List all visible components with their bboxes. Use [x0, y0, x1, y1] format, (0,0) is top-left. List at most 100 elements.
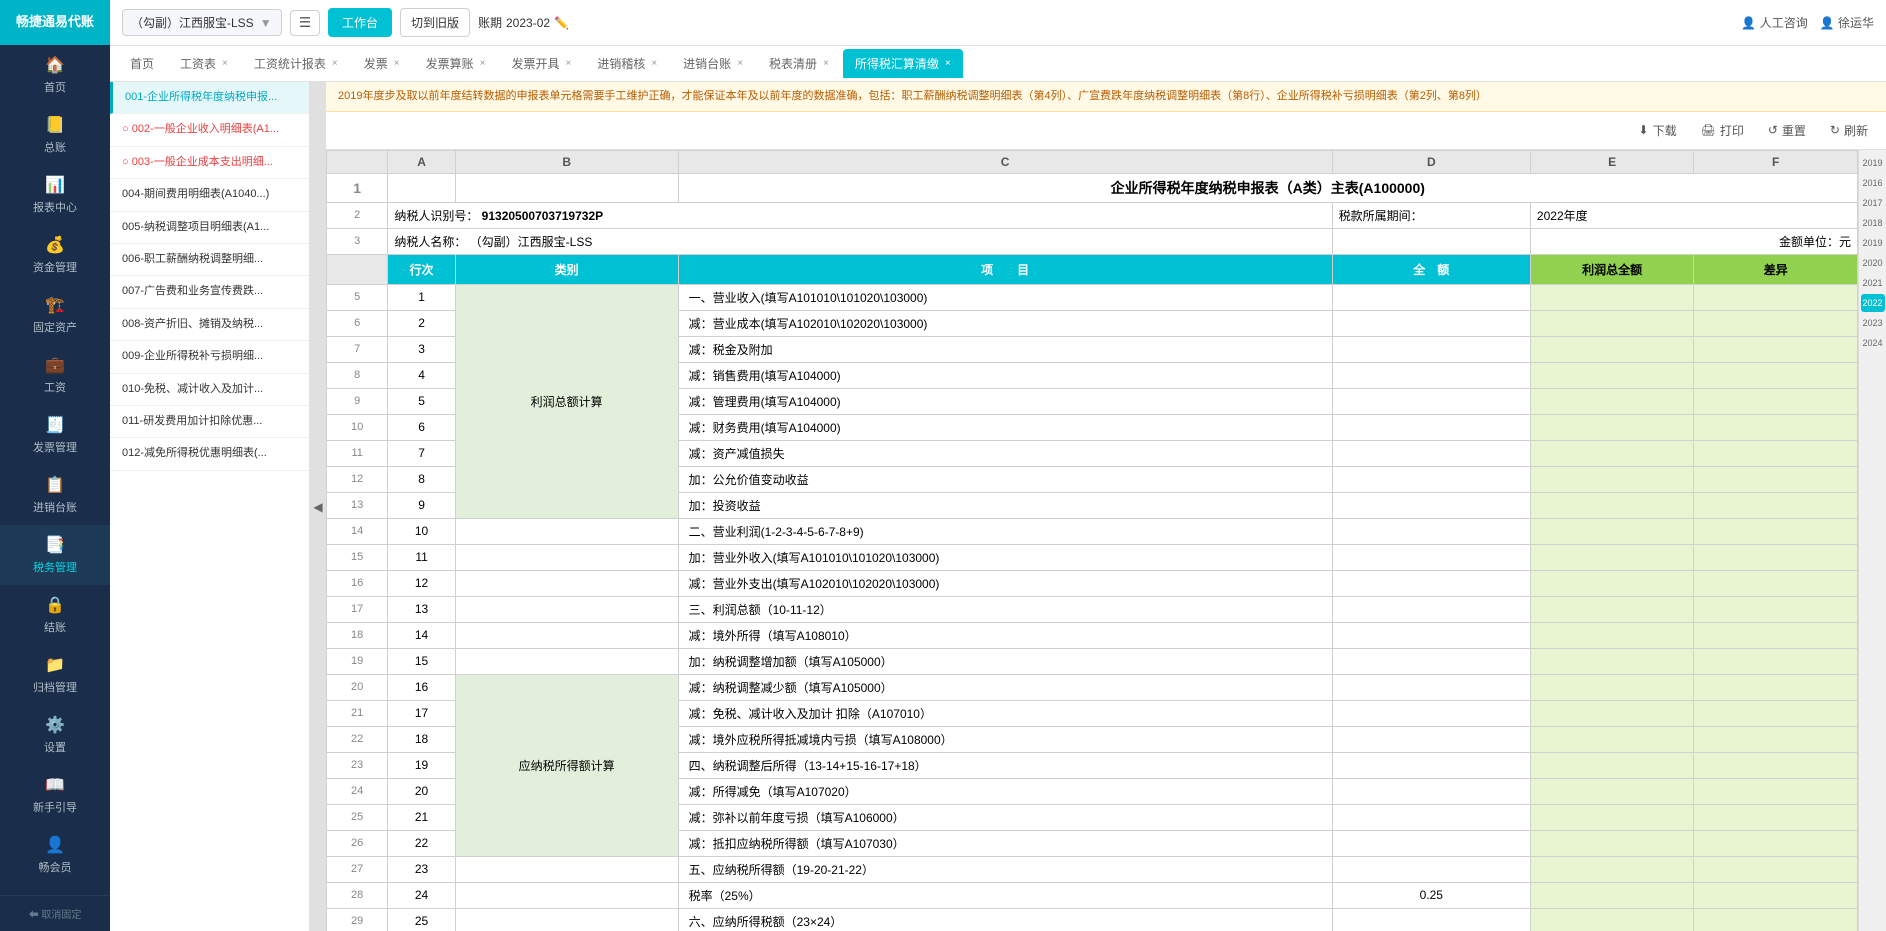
sidebar-label-report: 报表中心: [33, 199, 77, 215]
company-name: （勾副）江西服宝-LSS: [131, 14, 254, 31]
tab-tax-clear[interactable]: 税表清册 ×: [757, 49, 841, 78]
tab-close-invoice-open[interactable]: ×: [565, 58, 571, 69]
col-xiangmu: 项 目: [678, 254, 1332, 284]
payroll-icon: 💼: [45, 355, 65, 375]
timeline-item-2023[interactable]: 2023: [1861, 314, 1885, 332]
report-item-002[interactable]: 002-一般企业收入明细表(A1...: [110, 114, 309, 146]
timeline-item-2020[interactable]: 2020: [1861, 254, 1885, 272]
sidebar-item-close[interactable]: 🔒 结账: [0, 585, 110, 645]
switch-version-button[interactable]: 切到旧版: [400, 8, 470, 37]
warning-bar: 2019年度步及取以前年度结转数据的申报表单元格需要手工维护正确，才能保证本年及…: [326, 82, 1886, 112]
refresh-button[interactable]: ↻ 刷新: [1824, 118, 1874, 143]
sidebar-item-settings[interactable]: ⚙️ 设置: [0, 705, 110, 765]
col-header-c[interactable]: C: [678, 150, 1332, 173]
tab-invoice-mgr[interactable]: 发票 ×: [352, 49, 412, 78]
tab-close-tax-clear[interactable]: ×: [823, 58, 829, 69]
company-icon-button[interactable]: ☰: [290, 10, 320, 36]
tab-income-tax[interactable]: 所得税汇算清缴 ×: [843, 49, 963, 78]
sidebar-item-payroll[interactable]: 💼 工资: [0, 345, 110, 405]
invoice-icon: 🧾: [45, 415, 65, 435]
row1-a: [388, 173, 455, 202]
tab-close-payroll[interactable]: ×: [222, 58, 228, 69]
reset-button[interactable]: ↺ 重置: [1762, 118, 1812, 143]
tab-close-invoice-mgr[interactable]: ×: [394, 58, 400, 69]
sidebar-item-invoice[interactable]: 🧾 发票管理: [0, 405, 110, 465]
col-header-f[interactable]: F: [1694, 150, 1858, 173]
table-header-row: 行次 类别 项 目 全 额 利润总全额 差异: [327, 254, 1858, 284]
timeline-item-2016[interactable]: 2016: [1861, 174, 1885, 192]
workbench-button[interactable]: 工作台: [328, 8, 392, 37]
timeline-item-2024[interactable]: 2024: [1861, 334, 1885, 352]
report-item-001[interactable]: 001-企业所得税年度纳税申报...: [110, 82, 309, 114]
sidebar-footer[interactable]: ⬅ 取消固定: [0, 895, 110, 931]
user-service[interactable]: 👤 人工咨询: [1741, 14, 1807, 31]
report-item-012[interactable]: 012-减免所得税优惠明细表(...: [110, 438, 309, 470]
ledger-icon: 📒: [45, 115, 65, 135]
sidebar-label-invoice: 发票管理: [33, 439, 77, 455]
sidebar-item-tax[interactable]: 📑 税务管理: [0, 525, 110, 585]
download-icon: ⬇: [1639, 123, 1649, 137]
tab-payroll[interactable]: 工资表 ×: [168, 49, 240, 78]
sidebar-item-guide[interactable]: 📖 新手引导: [0, 765, 110, 825]
sidebar-item-ledger[interactable]: 📒 总账: [0, 105, 110, 165]
timeline-item-2018[interactable]: 2018: [1861, 214, 1885, 232]
timeline-item-2019[interactable]: 2019: [1861, 234, 1885, 252]
col-header-b[interactable]: B: [455, 150, 678, 173]
period-edit-icon[interactable]: ✏️: [554, 16, 569, 30]
tab-close-sales-account[interactable]: ×: [737, 58, 743, 69]
tab-sales-account[interactable]: 进销台账 ×: [671, 49, 755, 78]
tab-payroll-stat[interactable]: 工资统计报表 ×: [242, 49, 350, 78]
timeline-item-2022[interactable]: 2022: [1861, 294, 1885, 312]
sidebar-item-report[interactable]: 📊 报表中心: [0, 165, 110, 225]
member-icon: 👤: [45, 835, 65, 855]
timeline-item-2021[interactable]: 2021: [1861, 274, 1885, 292]
sidebar-item-fixed[interactable]: 🏗️ 固定资产: [0, 285, 110, 345]
sidebar-label-tax: 税务管理: [33, 559, 77, 575]
report-item-008[interactable]: 008-资产折旧、摊销及纳税...: [110, 309, 309, 341]
col-header-d[interactable]: D: [1332, 150, 1530, 173]
table-row: 18 14 减：境外所得（填写A108010）: [327, 622, 1858, 648]
report-icon: 📊: [45, 175, 65, 195]
tab-close-income-tax[interactable]: ×: [945, 58, 951, 69]
sidebar-label-settings: 设置: [44, 739, 66, 755]
tab-invoice-open[interactable]: 发票开具 ×: [499, 49, 583, 78]
sheet-area: A B C D E F 1: [326, 150, 1858, 931]
spreadsheet: A B C D E F 1: [326, 150, 1858, 931]
sidebar-label-home: 首页: [44, 79, 66, 95]
col-header-e[interactable]: E: [1530, 150, 1694, 173]
col-quane: 全 额: [1332, 254, 1530, 284]
col-profit: 利润总全额: [1530, 254, 1694, 284]
sidebar-item-asset[interactable]: 💰 资金管理: [0, 225, 110, 285]
col-header-a[interactable]: A: [388, 150, 455, 173]
tax-icon: 📑: [45, 535, 65, 555]
print-button[interactable]: 🖨 打印: [1695, 118, 1750, 143]
report-item-007[interactable]: 007-广告费和业务宣传费跌...: [110, 276, 309, 308]
tab-invoice-calc[interactable]: 发票算账 ×: [414, 49, 498, 78]
sidebar-item-archive[interactable]: 📁 归档管理: [0, 645, 110, 705]
sidebar-item-home[interactable]: 🏠 首页: [0, 45, 110, 105]
timeline-item-2017[interactable]: 2017: [1861, 194, 1885, 212]
download-button[interactable]: ⬇ 下载: [1633, 118, 1683, 143]
report-item-005[interactable]: 005-纳税调整项目明细表(A1...: [110, 212, 309, 244]
report-item-009[interactable]: 009-企业所得税补亏损明细...: [110, 341, 309, 373]
sidebar-item-sales[interactable]: 📋 进销台账: [0, 465, 110, 525]
tab-home[interactable]: 首页: [118, 49, 166, 78]
report-item-006[interactable]: 006-职工薪酬纳税调整明细...: [110, 244, 309, 276]
fixed-icon: 🏗️: [45, 295, 65, 315]
report-item-010[interactable]: 010-免税、减计收入及加计...: [110, 374, 309, 406]
report-item-011[interactable]: 011-研发费用加计扣除优惠...: [110, 406, 309, 438]
tab-sales-ledger[interactable]: 进销稽核 ×: [585, 49, 669, 78]
username[interactable]: 👤 徐运华: [1820, 14, 1874, 31]
main-area: （勾副）江西服宝-LSS ▼ ☰ 工作台 切到旧版 账期 2023-02 ✏️ …: [110, 0, 1886, 931]
company-dropdown-arrow: ▼: [260, 16, 272, 30]
tab-close-sales-ledger[interactable]: ×: [651, 58, 657, 69]
timeline-item-2019-top[interactable]: 2019: [1861, 154, 1885, 172]
panel-collapse-button[interactable]: ◀: [310, 82, 326, 931]
report-item-004[interactable]: 004-期间费用明细表(A1040...): [110, 179, 309, 211]
tab-close-payroll-stat[interactable]: ×: [332, 58, 338, 69]
print-icon: 🖨: [1701, 123, 1716, 137]
sidebar-item-member[interactable]: 👤 畅会员: [0, 825, 110, 885]
company-selector[interactable]: （勾副）江西服宝-LSS ▼: [122, 9, 282, 36]
tab-close-invoice-calc[interactable]: ×: [480, 58, 486, 69]
report-item-003[interactable]: 003-一般企业成本支出明细...: [110, 147, 309, 179]
